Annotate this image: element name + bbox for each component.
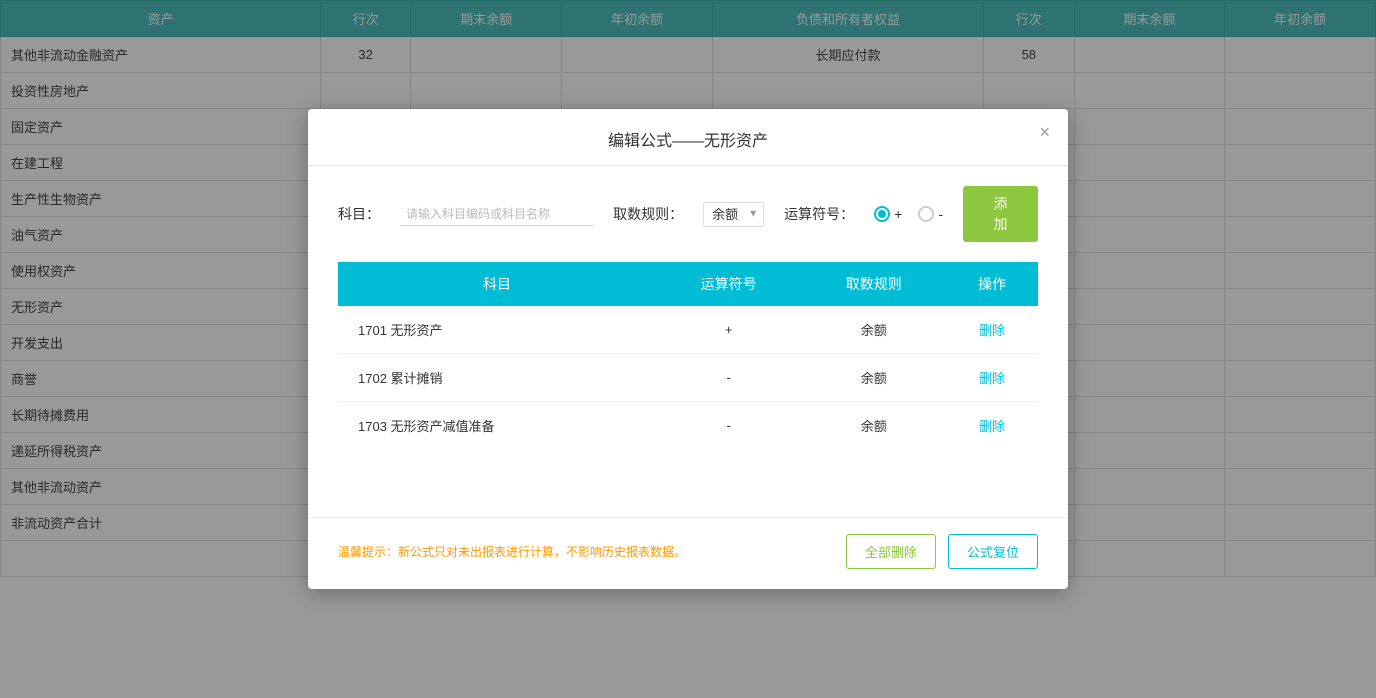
col-header-action: 操作 <box>946 262 1038 306</box>
radio-circle-minus <box>918 206 934 222</box>
tip-prefix: 温馨提示： <box>338 545 398 559</box>
reset-formula-button[interactable]: 公式复位 <box>948 534 1038 569</box>
formula-action[interactable]: 删除 <box>946 306 1038 354</box>
modal-footer: 温馨提示：新公式只对未出报表进行计算，不影响历史报表数据。 全部删除 公式复位 <box>308 517 1068 589</box>
footer-tip: 温馨提示：新公式只对未出报表进行计算，不影响历史报表数据。 <box>338 543 686 560</box>
operator-label: 运算符号： <box>784 204 854 224</box>
delete-link[interactable]: 删除 <box>979 419 1005 434</box>
formula-rule: 余额 <box>801 402 946 450</box>
formula-rule: 余额 <box>801 354 946 402</box>
formula-row: 1702 累计摊销 - 余额 删除 <box>338 354 1038 402</box>
subject-input[interactable] <box>400 202 593 226</box>
radio-plus[interactable]: + <box>874 206 902 222</box>
formula-subject: 1703 无形资产减值准备 <box>338 402 656 450</box>
delete-link[interactable]: 删除 <box>979 371 1005 386</box>
edit-formula-modal: 编辑公式——无形资产 × 科目： 取数规则： 余额 借方 贷方 ▼ 运算符号： <box>308 109 1068 589</box>
radio-minus-label: - <box>938 206 943 222</box>
formula-action[interactable]: 删除 <box>946 354 1038 402</box>
modal-header: 编辑公式——无形资产 × <box>308 109 1068 166</box>
form-row: 科目： 取数规则： 余额 借方 贷方 ▼ 运算符号： + <box>338 186 1038 242</box>
add-button[interactable]: 添加 <box>963 186 1038 242</box>
formula-operator: - <box>656 354 801 402</box>
delete-all-button[interactable]: 全部删除 <box>846 534 936 569</box>
formula-row: 1701 无形资产 + 余额 删除 <box>338 306 1038 354</box>
radio-plus-label: + <box>894 206 902 222</box>
col-header-operator: 运算符号 <box>656 262 801 306</box>
footer-buttons: 全部删除 公式复位 <box>846 534 1038 569</box>
tip-text: 新公式只对未出报表进行计算，不影响历史报表数据。 <box>398 545 686 559</box>
formula-rule: 余额 <box>801 306 946 354</box>
rule-select[interactable]: 余额 借方 贷方 <box>703 202 764 227</box>
formula-subject: 1702 累计摊销 <box>338 354 656 402</box>
formula-action[interactable]: 删除 <box>946 402 1038 450</box>
operator-radio-group: + - <box>874 206 943 222</box>
rule-label: 取数规则： <box>613 204 683 224</box>
delete-link[interactable]: 删除 <box>979 323 1005 338</box>
col-header-rule: 取数规则 <box>801 262 946 306</box>
formula-operator: + <box>656 306 801 354</box>
modal-close-button[interactable]: × <box>1039 123 1050 141</box>
modal-overlay: 编辑公式——无形资产 × 科目： 取数规则： 余额 借方 贷方 ▼ 运算符号： <box>0 0 1376 698</box>
formula-operator: - <box>656 402 801 450</box>
radio-circle-plus <box>874 206 890 222</box>
formula-table: 科目 运算符号 取数规则 操作 1701 无形资产 + 余额 删除 1702 累… <box>338 262 1038 449</box>
col-header-subject: 科目 <box>338 262 656 306</box>
formula-subject: 1701 无形资产 <box>338 306 656 354</box>
subject-label: 科目： <box>338 204 380 224</box>
radio-minus[interactable]: - <box>918 206 943 222</box>
rule-select-wrapper[interactable]: 余额 借方 贷方 ▼ <box>703 202 764 227</box>
modal-body: 科目： 取数规则： 余额 借方 贷方 ▼ 运算符号： + <box>308 166 1068 517</box>
modal-title: 编辑公式——无形资产 <box>608 133 768 150</box>
formula-row: 1703 无形资产减值准备 - 余额 删除 <box>338 402 1038 450</box>
